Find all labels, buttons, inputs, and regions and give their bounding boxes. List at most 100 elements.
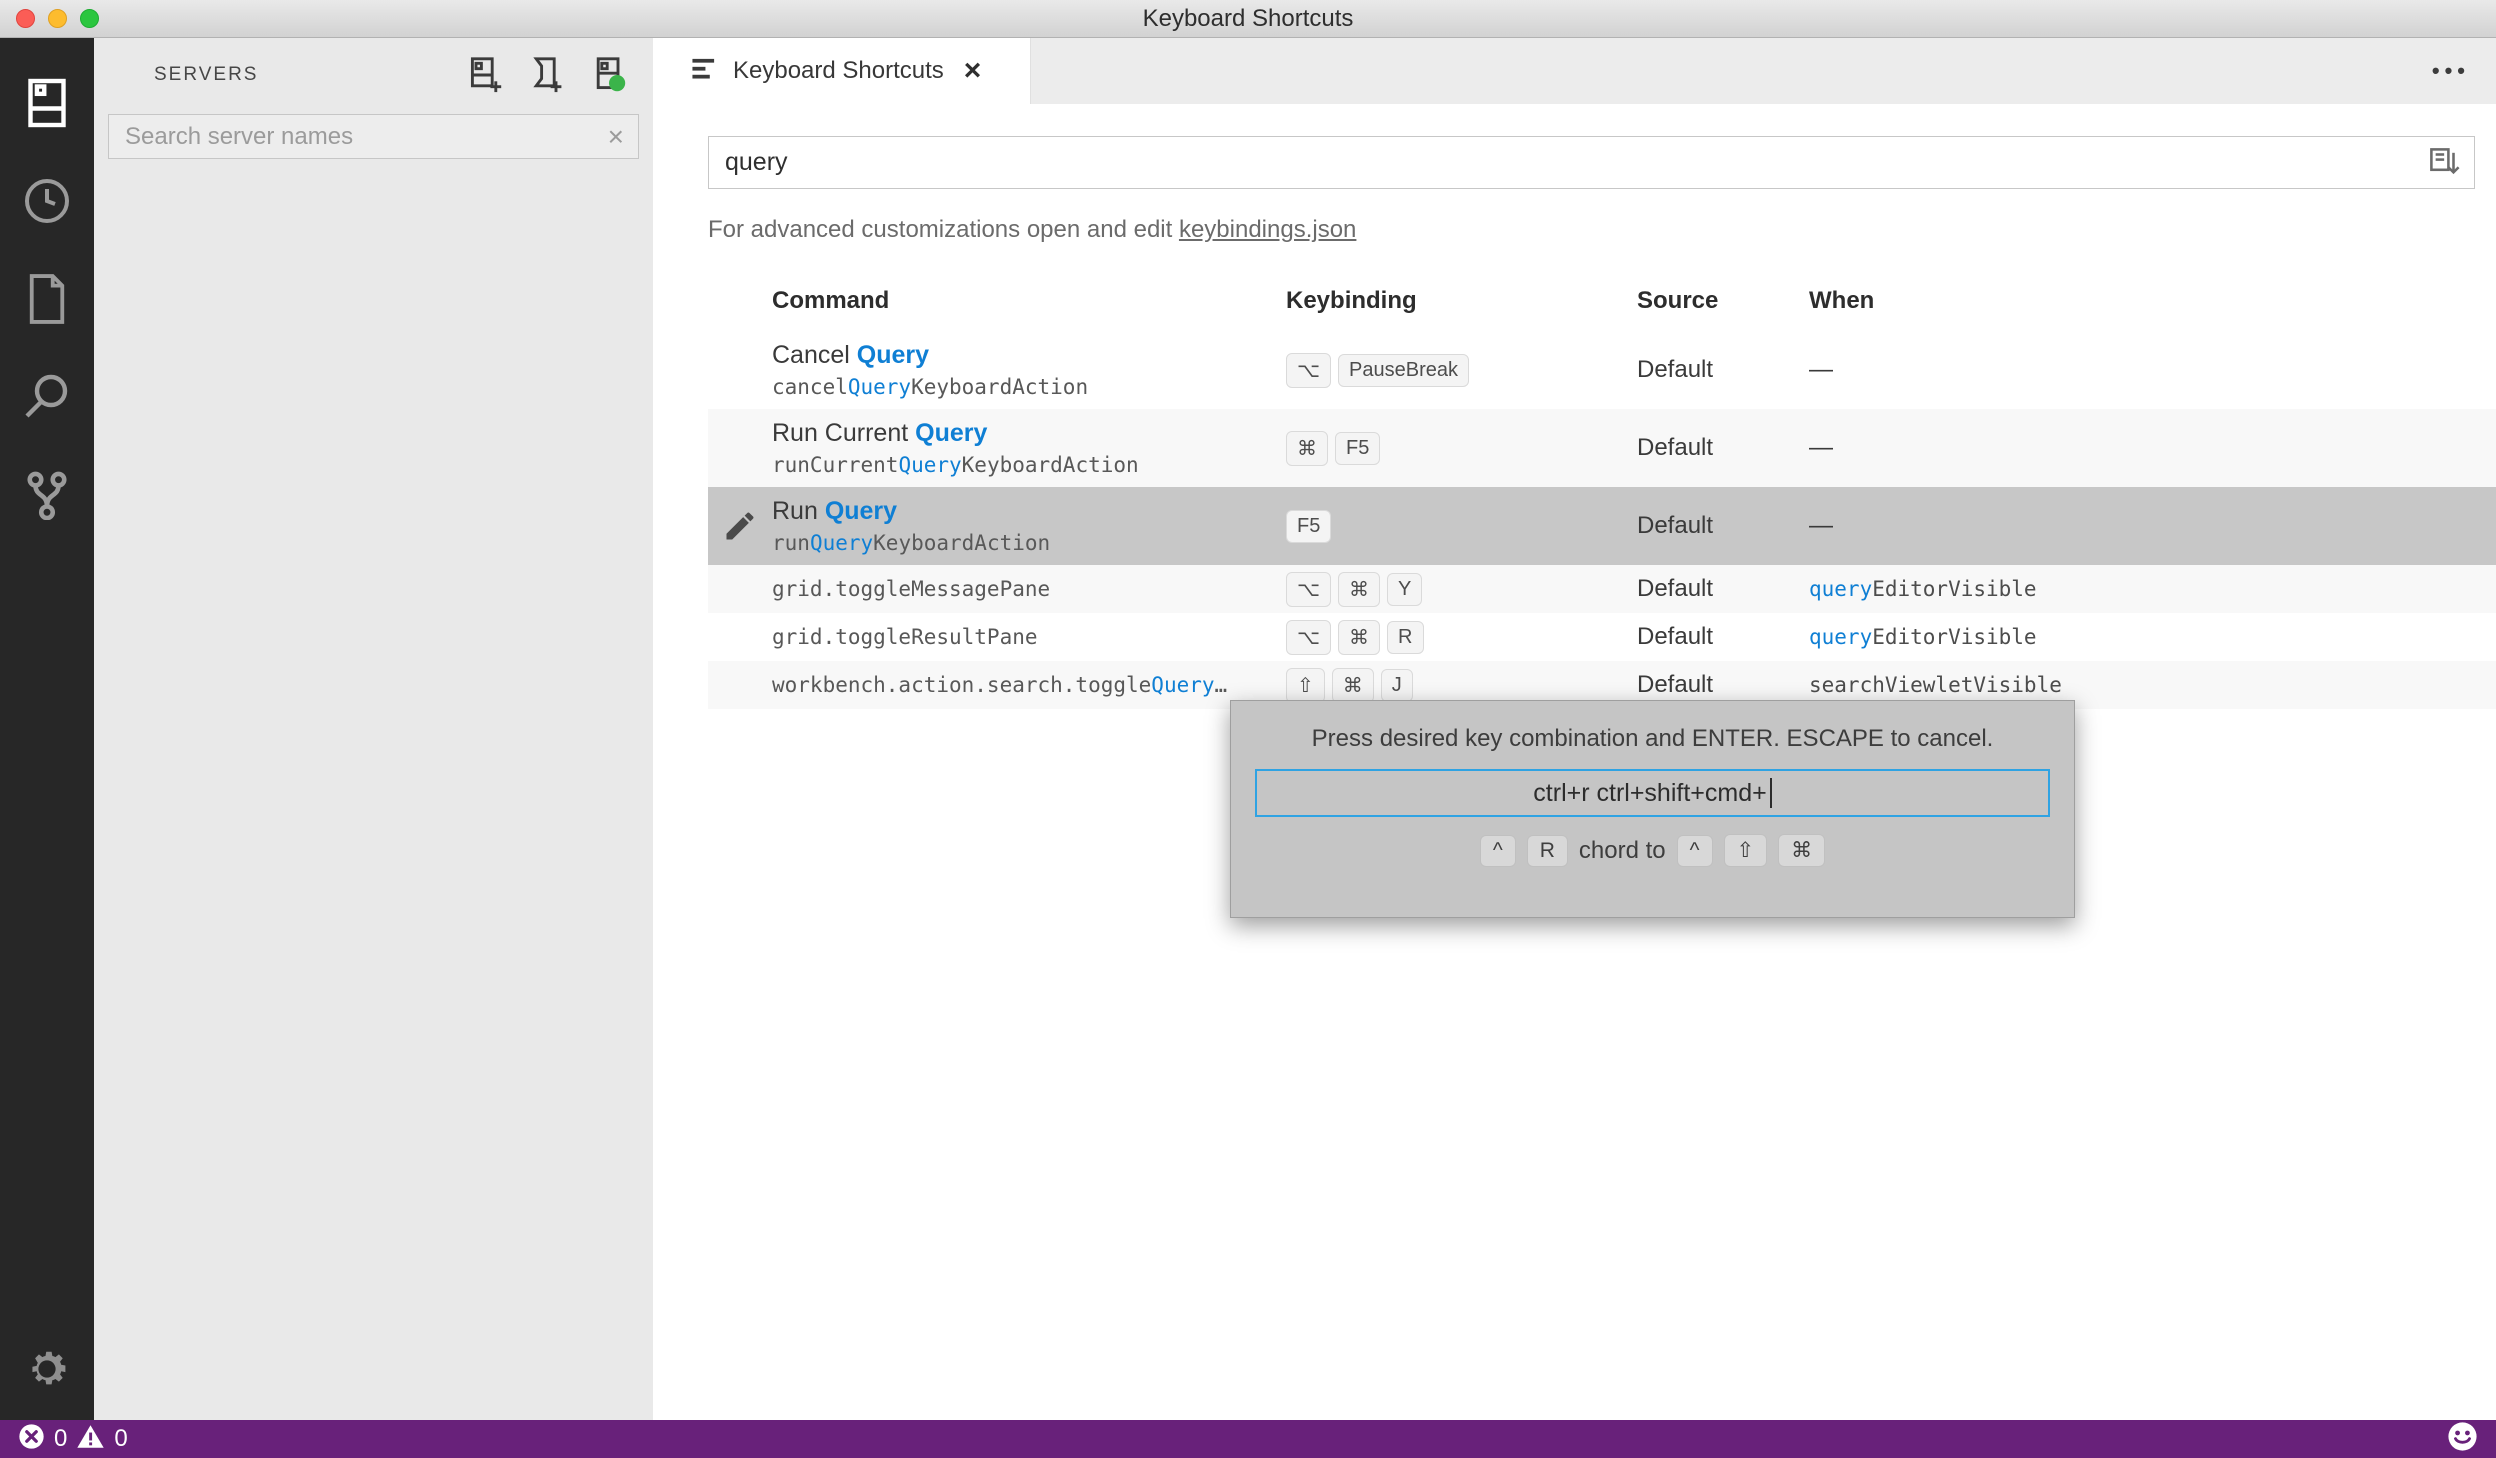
sidebar-actions — [467, 55, 627, 95]
key-badge: Y — [1387, 572, 1423, 606]
clear-search-icon[interactable]: × — [608, 122, 624, 151]
keybinding-capture-input[interactable]: ctrl+r ctrl+shift+cmd+ — [1255, 769, 2050, 817]
problems-status[interactable]: 0 0 — [18, 1423, 128, 1455]
server-list-empty — [94, 159, 653, 1420]
command-id: cancelQueryKeyboardAction — [772, 372, 1286, 402]
text-segment: KeyboardAction — [911, 375, 1089, 399]
server-search-box[interactable]: × — [108, 114, 639, 159]
sidebar-item-source-control[interactable] — [0, 448, 94, 546]
sidebar-item-servers[interactable] — [0, 56, 94, 154]
tab-close-icon[interactable]: × — [964, 56, 982, 86]
text-segment: … — [1214, 673, 1228, 697]
command-id: runQueryKeyboardAction — [772, 528, 1286, 558]
chord-key-badge: ^ — [1479, 834, 1516, 867]
when-cell: searchViewletVisible — [1809, 673, 2496, 697]
sidebar-item-search[interactable] — [0, 350, 94, 448]
row-gutter — [708, 409, 772, 487]
command-label: Run Current Query — [772, 416, 1286, 450]
app-window: Keyboard Shortcuts SERVERS Search server… — [0, 0, 2496, 1458]
active-connections-icon[interactable] — [591, 55, 627, 95]
header-command: Command — [772, 287, 890, 314]
text-segment: Cancel — [772, 341, 857, 369]
sort-by-precedence-icon[interactable] — [2428, 146, 2462, 180]
sidebar-item-explorer[interactable] — [0, 252, 94, 350]
warning-icon — [76, 1423, 105, 1455]
table-row-selected[interactable]: Run Query runQueryKeyboardAction F5 Default… — [708, 487, 2496, 565]
key-badge: ⌥ — [1286, 619, 1332, 655]
text-segment: Run — [772, 497, 825, 525]
header-source: Source — [1637, 287, 1719, 314]
key-badge: ⌥ — [1286, 571, 1332, 607]
keybinding-cell: ⌥ ⌘ R — [1286, 619, 1637, 655]
search-highlight: Query — [898, 453, 962, 477]
search-highlight: query — [1809, 625, 1873, 649]
sidebar-title: SERVERS — [154, 64, 259, 85]
keybinding-cell: ⌘ F5 — [1286, 430, 1637, 466]
table-row[interactable]: grid.toggleMessagePane ⌥ ⌘ Y Default queryEdi… — [708, 565, 2496, 613]
when-cell: queryEditorVisible — [1809, 625, 2496, 649]
server-explorer-icon — [25, 77, 69, 134]
text-segment: searchViewletVisible — [1809, 673, 2062, 697]
search-highlight: query — [1809, 577, 1873, 601]
keybinding-cell: ⌥ ⌘ Y — [1286, 571, 1637, 607]
table-row[interactable]: Run Current Query runCurrentQueryKeyboard… — [708, 409, 2496, 487]
source-cell: Default — [1637, 356, 1714, 383]
keybindings-json-link[interactable]: keybindings.json — [1179, 216, 1356, 243]
status-bar: 0 0 — [0, 1420, 2496, 1458]
key-badge: ⇧ — [1286, 667, 1325, 703]
feedback-button[interactable] — [2447, 1421, 2478, 1457]
row-gutter — [708, 661, 772, 709]
tab-keyboard-shortcuts[interactable]: Keyboard Shortcuts × — [653, 38, 1031, 104]
new-server-group-icon[interactable] — [529, 55, 565, 95]
keybinding-search-box[interactable] — [708, 136, 2475, 189]
source-cell: Default — [1637, 512, 1714, 539]
error-icon — [18, 1423, 45, 1455]
keybinding-cell: ⇧ ⌘ J — [1286, 667, 1637, 703]
new-connection-icon[interactable] — [467, 55, 503, 95]
chord-to-text: chord to — [1578, 836, 1666, 864]
file-icon — [26, 273, 68, 329]
table-row[interactable]: grid.toggleResultPane ⌥ ⌘ R Default queryEdit… — [708, 613, 2496, 661]
dialog-message: Press desired key combination and ENTER.… — [1311, 725, 1994, 752]
text-segment: cancel — [772, 375, 848, 399]
edit-keybinding-pencil-icon[interactable] — [708, 487, 772, 565]
header-when: When — [1809, 287, 1875, 314]
server-search-input[interactable] — [123, 121, 608, 152]
key-badge: ⌘ — [1338, 619, 1381, 655]
chord-preview: ^ Rchord to ^ ⇧ ⌘ — [1231, 834, 2074, 867]
key-badge: F5 — [1286, 509, 1332, 543]
row-gutter — [708, 613, 772, 661]
text-segment: grid.toggleMessagePane — [772, 577, 1051, 601]
source-cell: Default — [1637, 623, 1714, 650]
command-cell: workbench.action.search.toggleQuery… — [772, 670, 1286, 700]
history-clock-icon — [23, 177, 71, 230]
source-control-branch-icon — [24, 470, 70, 525]
key-badge: ⌘ — [1331, 667, 1374, 703]
command-label: Run Query — [772, 494, 1286, 528]
activity-bar — [0, 38, 94, 1420]
minimize-window-button[interactable] — [48, 9, 67, 28]
chord-key-badge: ^ — [1676, 834, 1713, 867]
editor-more-actions-icon[interactable]: ••• — [2432, 38, 2470, 104]
tab-label: Keyboard Shortcuts — [733, 57, 944, 84]
command-cell: grid.toggleResultPane — [772, 622, 1286, 652]
keybinding-cell: ⌥ PauseBreak — [1286, 352, 1637, 388]
maximize-window-button[interactable] — [80, 9, 99, 28]
sidebar-item-task-history[interactable] — [0, 154, 94, 252]
text-segment: — — [1809, 434, 1833, 461]
command-label: Cancel Query — [772, 338, 1286, 372]
warning-count: 0 — [114, 1425, 128, 1452]
sidebar-header: SERVERS — [94, 38, 653, 112]
search-highlight: Query — [1151, 673, 1215, 697]
command-cell: Run Current Query runCurrentQueryKeyboard… — [772, 416, 1286, 480]
table-row[interactable]: Cancel Query cancelQueryKeyboardAction ⌥ Pa… — [708, 331, 2496, 409]
text-segment: grid.toggleResultPane — [772, 625, 1038, 649]
close-window-button[interactable] — [16, 9, 35, 28]
keybinding-search-input[interactable] — [723, 147, 2428, 178]
command-cell: Run Query runQueryKeyboardAction — [772, 494, 1286, 558]
text-segment: — — [1809, 356, 1833, 383]
keybinding-cell: F5 — [1286, 509, 1637, 543]
settings-button[interactable] — [0, 1322, 94, 1420]
key-badge: ⌘ — [1338, 571, 1381, 607]
search-highlight: Query — [847, 375, 912, 399]
